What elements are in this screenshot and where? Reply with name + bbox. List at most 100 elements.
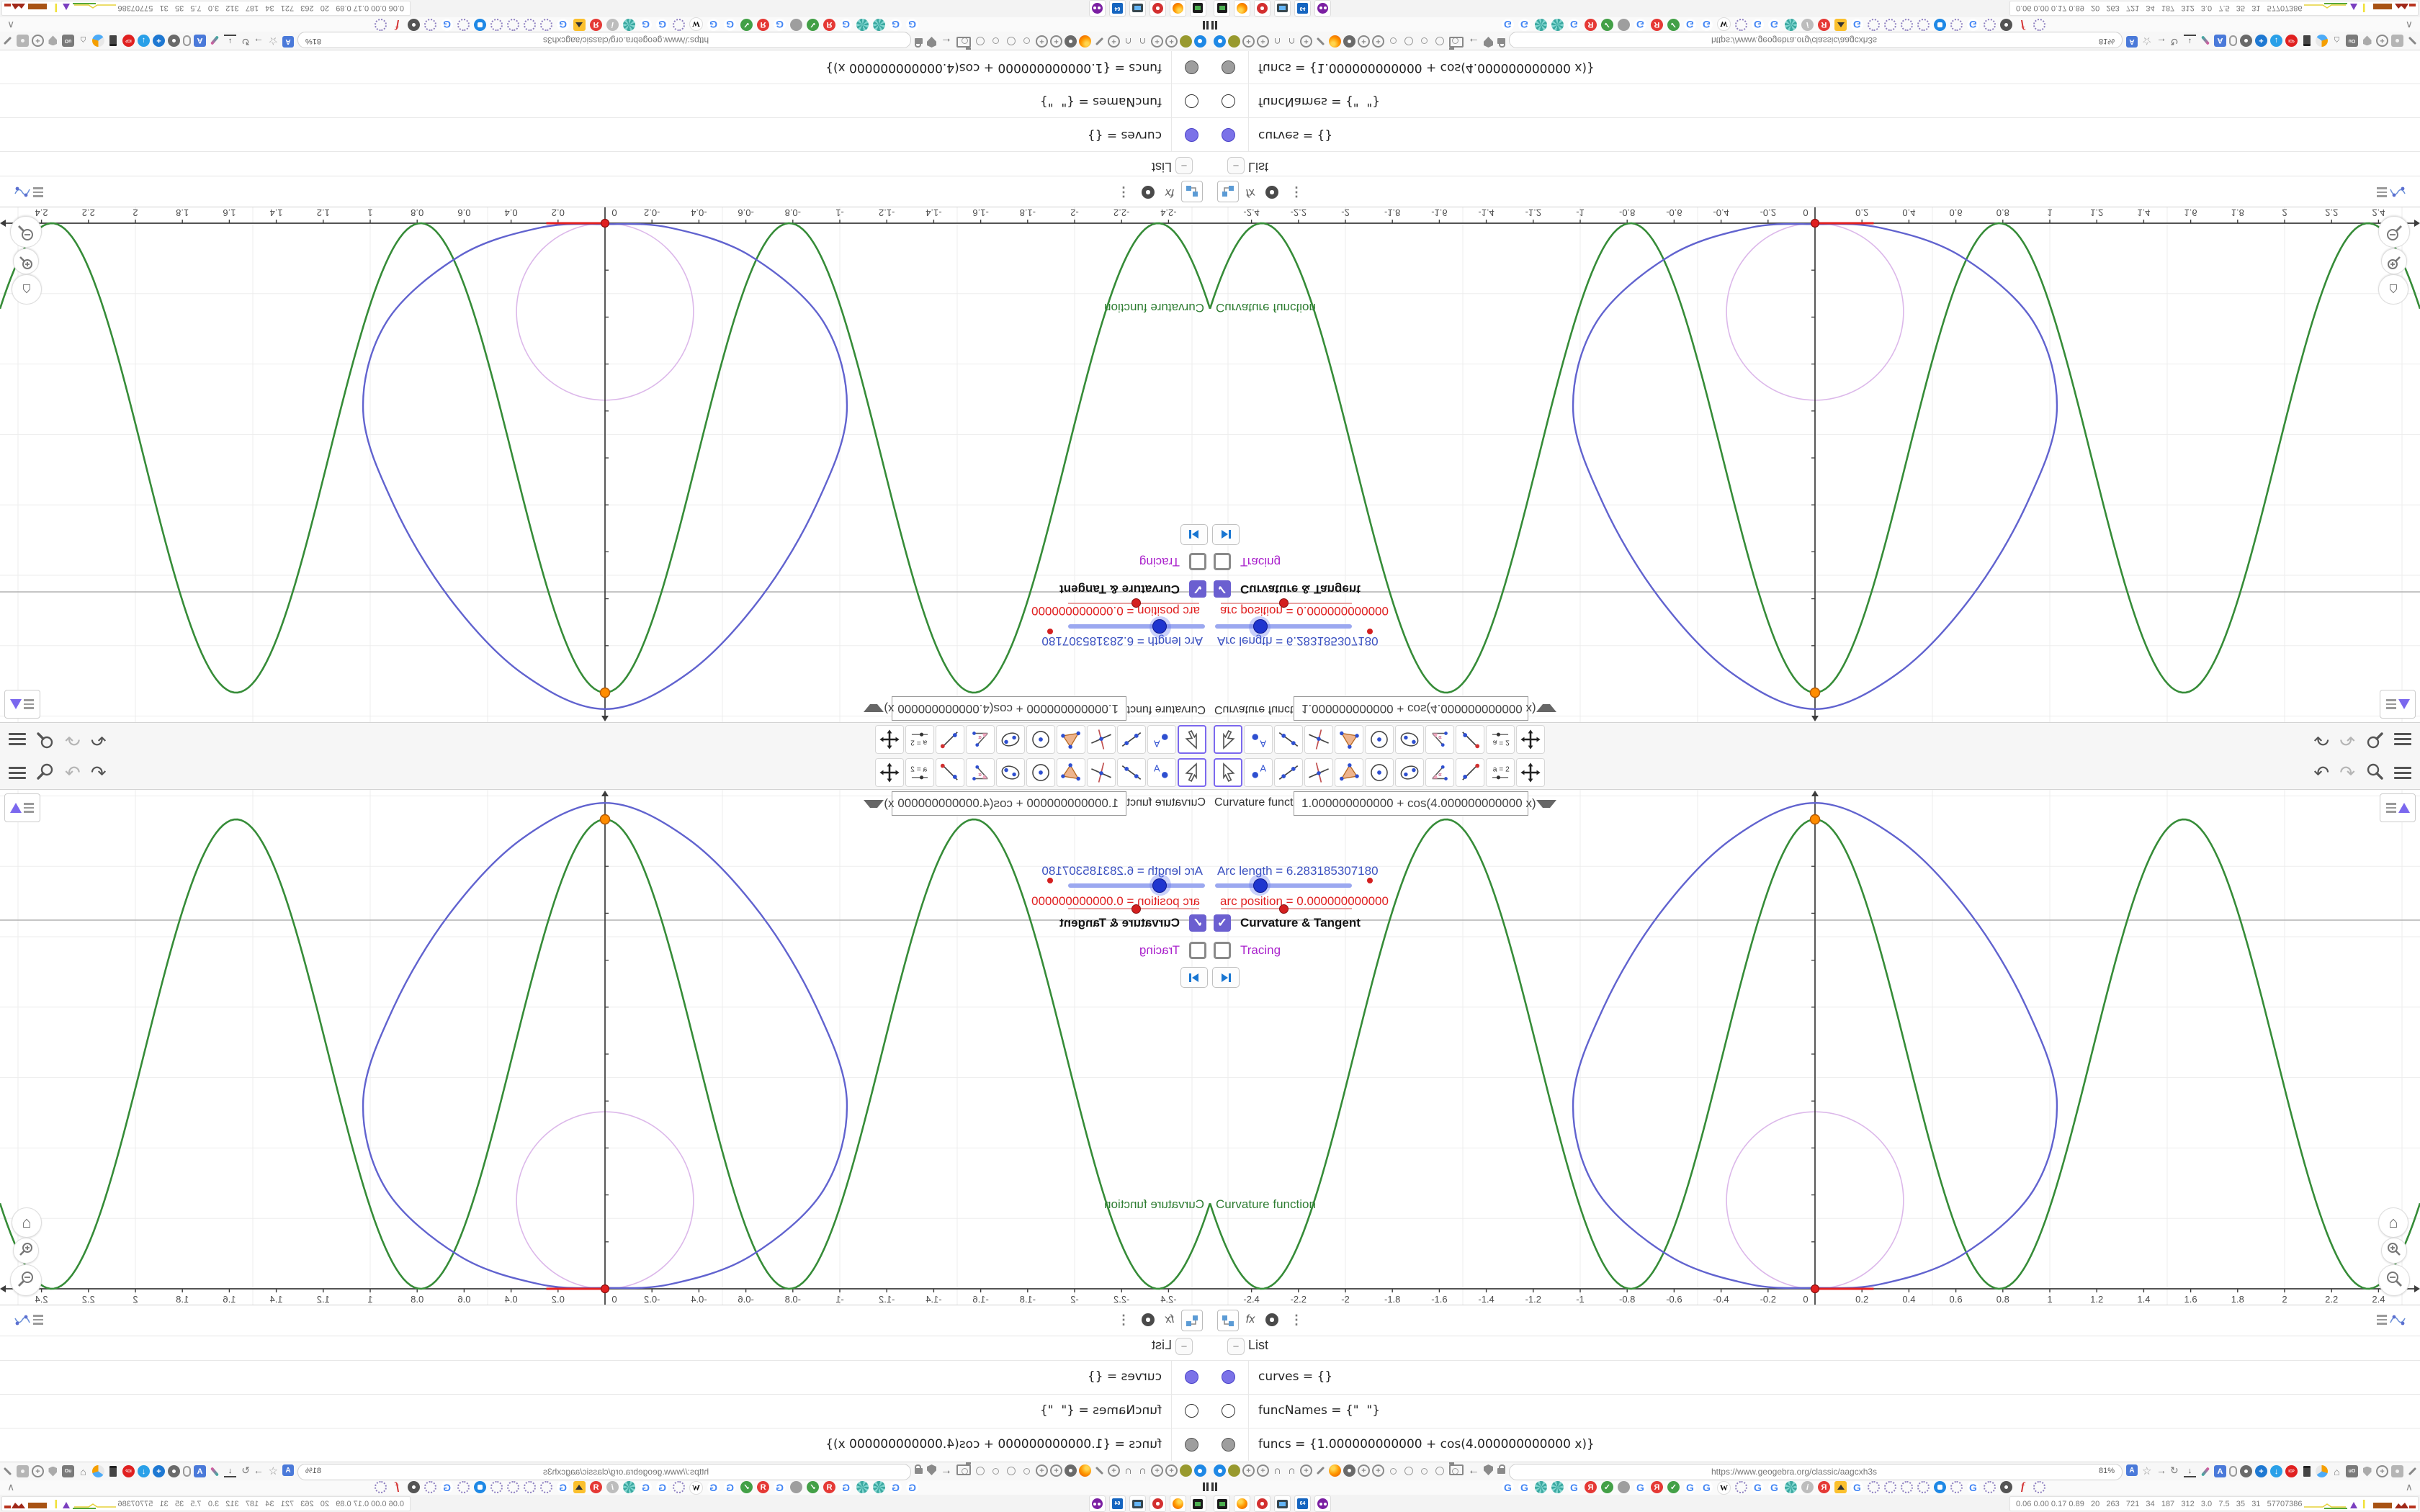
- download-extension-icon[interactable]: ↓: [2184, 1466, 2196, 1477]
- globe-extension-icon[interactable]: +: [1108, 35, 1120, 48]
- pin-blue-extension-icon[interactable]: [1194, 1464, 1206, 1477]
- tool-circle-center-point[interactable]: [1365, 758, 1394, 787]
- globe-extension-icon[interactable]: +: [1257, 35, 1269, 48]
- tab-favicon-G[interactable]: G: [557, 19, 569, 31]
- tab-favicon-teal[interactable]: [623, 19, 635, 31]
- translate-blue-extension-icon[interactable]: A: [2214, 1465, 2226, 1477]
- app-tile-gear-red[interactable]: [1150, 0, 1166, 17]
- tab-favicon-flo[interactable]: [1950, 1481, 1963, 1493]
- play-pause-button[interactable]: [1180, 524, 1208, 545]
- tab-favicon-flo[interactable]: [375, 19, 387, 31]
- crayon-extension-icon[interactable]: [209, 1465, 221, 1477]
- mouse-extension-icon[interactable]: [2229, 35, 2237, 46]
- globe-extension-icon[interactable]: +: [1036, 35, 1048, 48]
- tool-line-two-points[interactable]: [1117, 725, 1146, 754]
- algebra-row[interactable]: curves = {}: [0, 118, 1210, 152]
- collapse-list-button[interactable]: −: [1227, 157, 1245, 174]
- olive-extension-icon[interactable]: [1228, 35, 1240, 48]
- shield-icon[interactable]: [1484, 1464, 1493, 1475]
- tab-favicon-G[interactable]: G: [441, 19, 453, 31]
- bank-extension-icon[interactable]: ⌂: [77, 1465, 89, 1477]
- tool-reflect-about-line[interactable]: [1456, 725, 1484, 754]
- tab-favicon-blue[interactable]: [1934, 1481, 1946, 1493]
- tab-favicon-G[interactable]: G: [1684, 19, 1696, 31]
- gear-extension-icon[interactable]: [1065, 1464, 1077, 1477]
- globe-extension-icon[interactable]: +: [1358, 1464, 1370, 1477]
- tab-favicon-flo[interactable]: [1868, 19, 1880, 31]
- globe-extension-icon[interactable]: +: [1372, 35, 1384, 48]
- tool-angle[interactable]: α: [966, 758, 995, 787]
- redo-button[interactable]: ↷: [65, 762, 81, 783]
- tab-favicon-W[interactable]: W: [689, 1481, 703, 1495]
- home-button[interactable]: ⌂: [2378, 1207, 2408, 1238]
- back-arrow-icon[interactable]: ←: [941, 35, 952, 48]
- curvature-tangent-checkbox[interactable]: ✓: [1214, 914, 1231, 932]
- globe-extension-icon[interactable]: +: [1242, 35, 1255, 48]
- tab-favicon-G[interactable]: G: [707, 1481, 720, 1493]
- shield-blue-extension-icon[interactable]: ↓: [138, 1465, 150, 1477]
- arc-length-slider-knob[interactable]: [1152, 619, 1167, 634]
- globe-color-extension-icon[interactable]: [2316, 35, 2328, 47]
- extension-dot-icon[interactable]: [1404, 37, 1413, 45]
- chevron-up-icon[interactable]: ∧: [2406, 19, 2413, 31]
- fx-button[interactable]: fx: [1160, 1310, 1180, 1330]
- puzzle-extension-icon[interactable]: [17, 1465, 29, 1477]
- zoom-out-button[interactable]: [10, 216, 42, 248]
- tool-conic-ellipse[interactable]: [996, 725, 1025, 754]
- algebra-panel-toggle[interactable]: [6, 1307, 43, 1333]
- firefox-extension-icon[interactable]: [1079, 35, 1091, 48]
- folder-icon[interactable]: [956, 1462, 971, 1475]
- extension-dot-icon[interactable]: [1390, 37, 1397, 45]
- algebra-panel-toggle[interactable]: [2377, 1307, 2414, 1333]
- extension-dot-icon[interactable]: [1007, 1467, 1016, 1475]
- arc-position-slider-knob[interactable]: [1131, 904, 1141, 914]
- headset-extension-icon[interactable]: ∩: [1122, 35, 1134, 48]
- tab-favicon-Ya[interactable]: Я: [1585, 19, 1597, 31]
- globe-extension-icon[interactable]: +: [2376, 35, 2388, 47]
- tool-intersect-lines[interactable]: [1304, 725, 1333, 754]
- tab-favicon-flo[interactable]: [1901, 1481, 1913, 1493]
- plus-blue-extension-icon[interactable]: +: [153, 1465, 165, 1477]
- tool-move-cursor[interactable]: [1178, 758, 1206, 787]
- tab-favicon-G[interactable]: G: [656, 19, 668, 31]
- icp-red-extension-icon[interactable]: ICP: [2285, 35, 2298, 47]
- tool-line-two-points[interactable]: [1117, 758, 1146, 787]
- tab-favicon-flo[interactable]: [457, 1481, 470, 1493]
- ublock-extension-icon[interactable]: uO: [62, 1465, 74, 1477]
- icp-red-extension-icon[interactable]: ICP: [122, 1465, 135, 1477]
- tree-view-button[interactable]: [1217, 1310, 1239, 1331]
- curvature-tangent-checkbox[interactable]: ✓: [1189, 914, 1206, 932]
- menu-hamburger-icon[interactable]: [2394, 764, 2411, 782]
- tool-line-two-points[interactable]: [1274, 725, 1303, 754]
- tab-favicon-flo[interactable]: [540, 1481, 552, 1493]
- wrench-extension-icon[interactable]: [1314, 35, 1327, 48]
- tool-polygon[interactable]: [1057, 758, 1085, 787]
- forward-arrow-icon[interactable]: →: [2156, 1464, 2166, 1476]
- tab-favicon-teal[interactable]: [623, 1481, 635, 1493]
- translate-blue-extension-icon[interactable]: A: [194, 1465, 206, 1477]
- tab-favicon-Ya[interactable]: Я: [757, 1481, 769, 1493]
- arc-length-slider-knob[interactable]: [1253, 878, 1268, 893]
- undo-button[interactable]: ↶: [2313, 729, 2329, 750]
- tool-intersect-lines[interactable]: [1087, 758, 1116, 787]
- tab-favicon-Ya[interactable]: Я: [823, 19, 835, 31]
- visibility-circle[interactable]: [1185, 1438, 1198, 1452]
- play-pause-button[interactable]: [1212, 967, 1240, 988]
- collapse-list-button[interactable]: −: [1227, 1338, 1245, 1355]
- extension-dot-icon[interactable]: [1023, 37, 1030, 45]
- trash-extension-icon[interactable]: [107, 35, 120, 47]
- tool-reflect-about-line[interactable]: [936, 758, 964, 787]
- shield-extension-icon[interactable]: [47, 1465, 59, 1477]
- tab-favicon-gray[interactable]: [1618, 19, 1630, 31]
- tab-favicon-teal[interactable]: [873, 1481, 885, 1493]
- tool-point[interactable]: A: [1147, 758, 1176, 787]
- tab-favicon-teal[interactable]: [1785, 1481, 1797, 1493]
- tab-favicon-grn[interactable]: ✓: [1601, 1481, 1613, 1493]
- headset-extension-icon[interactable]: ∩: [1137, 35, 1149, 48]
- tab-favicon-Ya[interactable]: Я: [1651, 19, 1663, 31]
- graphics-panel-toggle[interactable]: [2380, 793, 2416, 822]
- tab-favicon-gray[interactable]: [790, 1481, 802, 1493]
- tab-favicon-Ya[interactable]: Я: [590, 1481, 602, 1493]
- redo-button[interactable]: ↷: [2339, 729, 2355, 750]
- visibility-circle[interactable]: [1222, 128, 1235, 142]
